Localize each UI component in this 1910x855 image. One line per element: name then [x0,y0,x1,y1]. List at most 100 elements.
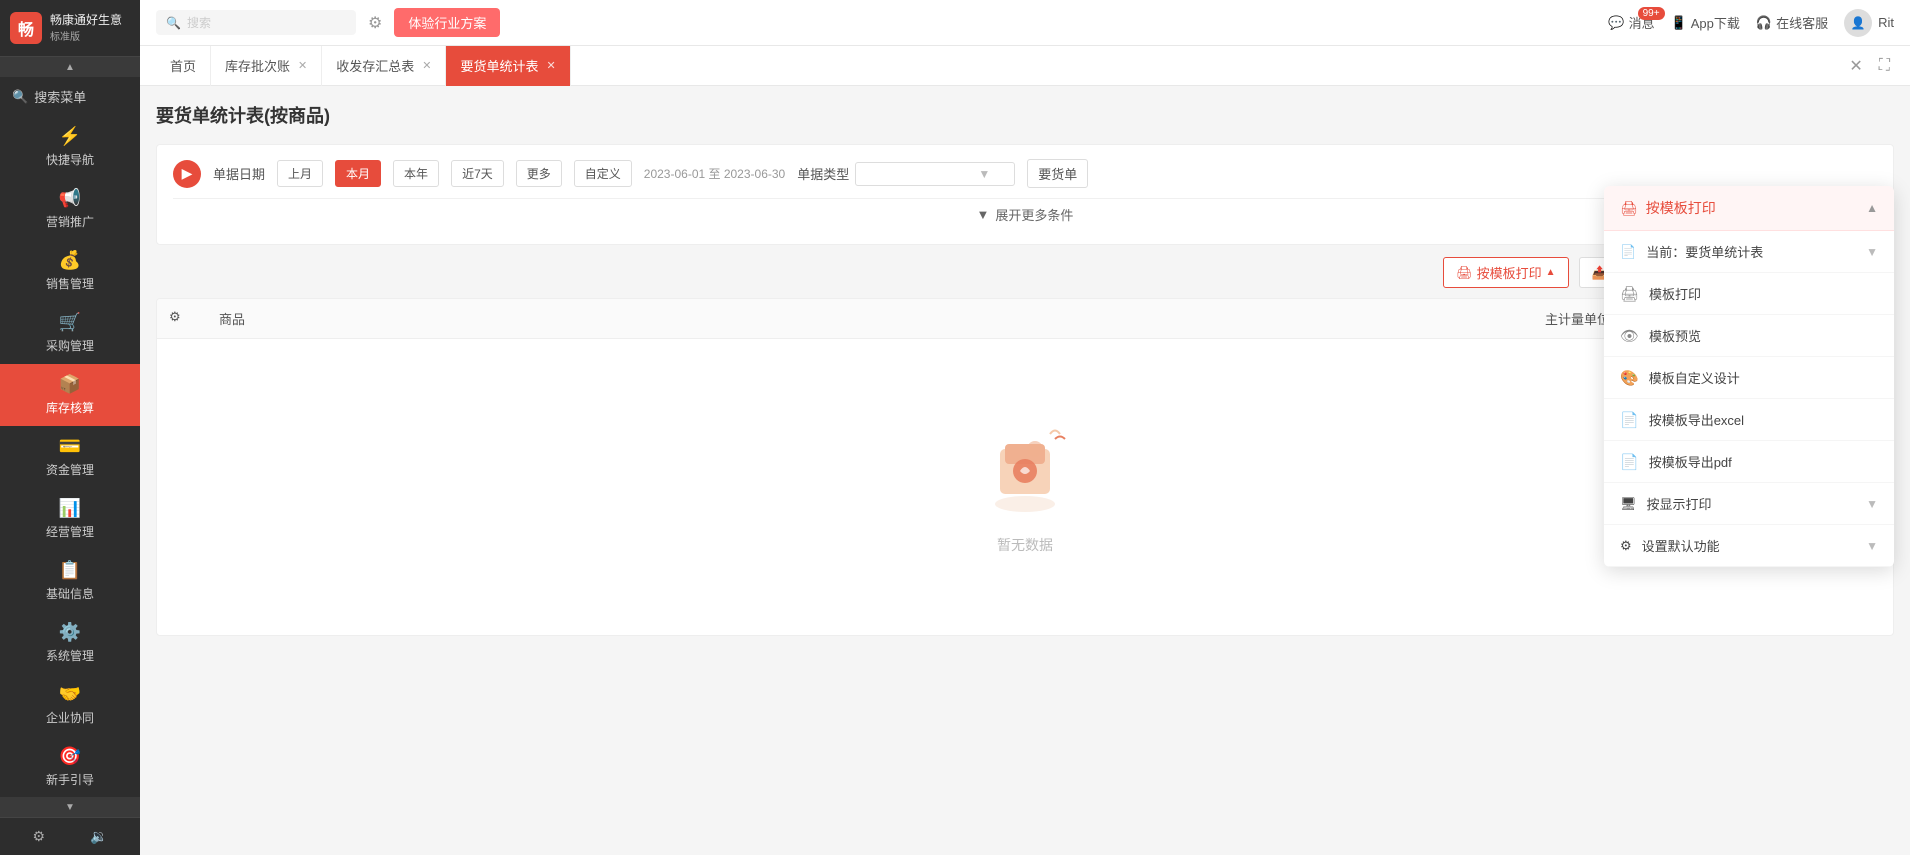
set-default-expand-icon: ▼ [1866,539,1878,553]
tab-inventory-batch-label: 库存批次账 [225,56,290,75]
dropdown-template-preview[interactable]: 👁 模板预览 [1604,315,1894,357]
sidebar-item-system[interactable]: ⚙️ 系统管理 [0,612,140,674]
sidebar-scroll-up[interactable]: ▲ [0,57,140,77]
user-name: Rit [1878,15,1894,30]
current-template-icon: 📄 [1620,244,1636,260]
sidebar-item-enterprise[interactable]: 🤝 企业协同 [0,674,140,736]
topbar-search[interactable]: 🔍 搜索 [156,10,356,35]
dropdown-template-print[interactable]: 🖨 模板打印 [1604,273,1894,315]
tabs-window-controls: ✕ ⛶ [1845,52,1894,80]
tab-receivable-summary-label: 收发存汇总表 [336,56,414,75]
sidebar-item-sales[interactable]: 💰 销售管理 [0,240,140,302]
dropdown-set-default-label: 设置默认功能 [1642,536,1720,555]
sidebar-item-basic[interactable]: 📋 基础信息 [0,550,140,612]
dropdown-display-print[interactable]: 🖥 按显示打印 ▼ [1604,483,1894,525]
sidebar-item-marketing[interactable]: 📢 营销推广 [0,178,140,240]
app-download-btn[interactable]: 📱 App下载 [1671,13,1740,32]
tab-home[interactable]: 首页 [156,46,211,86]
dropdown-display-print-left: 🖥 按显示打印 [1620,494,1712,513]
sidebar-item-finance[interactable]: 💳 资金管理 [0,426,140,488]
tab-home-label: 首页 [170,56,196,75]
dropdown-template-design-label: 模板自定义设计 [1649,368,1740,387]
newbie-icon: 🎯 [59,746,81,767]
sidebar-item-label: 采购管理 [46,337,94,354]
app-badge: 标准版 [50,28,122,43]
sidebar-item-label: 快捷导航 [46,151,94,168]
filter-expand-label: 展开更多条件 [995,205,1073,224]
sidebar-item-label: 资金管理 [46,461,94,478]
sidebar-item-label: 新手引导 [46,771,94,788]
topbar-search-icon: 🔍 [166,16,181,30]
tab-inventory-batch-close[interactable]: ✕ [298,59,307,72]
tab-order-stats[interactable]: 要货单统计表 ✕ [446,46,570,86]
dropdown-collapse-icon[interactable]: ▲ [1866,201,1878,215]
search-icon: 🔍 [12,89,28,105]
date-btn-last-month[interactable]: 上月 [277,160,323,187]
sidebar-item-label: 营销推广 [46,213,94,230]
sidebar-item-quick-nav[interactable]: ⚡ 快捷导航 [0,116,140,178]
tab-order-stats-label: 要货单统计表 [460,56,538,75]
dropdown-display-print-label: 按显示打印 [1647,494,1712,513]
dropdown-export-excel-label: 按模板导出excel [1649,410,1744,429]
date-btn-more[interactable]: 更多 [516,160,562,187]
sidebar-settings-btn[interactable]: ⚙ [33,828,46,845]
logo-icon: 畅 [10,12,42,44]
sidebar-item-newbie[interactable]: 🎯 新手引导 [0,736,140,797]
dropdown-current-expand-icon: ▼ [1866,245,1878,259]
marketing-icon: 📢 [59,188,81,209]
sidebar-item-label: 基础信息 [46,585,94,602]
message-btn[interactable]: 💬 消息 99+ [1608,13,1654,32]
maximize-window-btn[interactable]: ⛶ [1875,53,1894,79]
sidebar-item-operations[interactable]: 📊 经营管理 [0,488,140,550]
display-print-icon: 🖥 [1620,496,1637,512]
dropdown-current-item[interactable]: 📄 当前：要货单统计表 ▼ [1604,231,1894,273]
filter-expand-icon[interactable]: ▶ [173,160,201,188]
date-label: 单据日期 [213,164,265,183]
order-type-select[interactable]: ▼ [855,162,1015,186]
tab-inventory-batch[interactable]: 库存批次账 ✕ [211,46,322,86]
dropdown-export-excel[interactable]: 📄 按模板导出excel [1604,399,1894,441]
print-btn[interactable]: 🖨 按模板打印 ▲ [1443,257,1568,288]
user-menu[interactable]: 👤 Rit [1844,9,1894,37]
purchase-icon: 🛒 [59,312,81,333]
date-btn-custom[interactable]: 自定义 [574,160,632,187]
topbar-gear-icon[interactable]: ⚙ [368,13,382,33]
dropdown-set-default[interactable]: ⚙ 设置默认功能 ▼ [1604,525,1894,567]
dropdown-export-pdf[interactable]: 📄 按模板导出pdf [1604,441,1894,483]
sidebar-item-label: 经营管理 [46,523,94,540]
close-window-btn[interactable]: ✕ [1845,52,1866,80]
col-settings[interactable]: ⚙ [157,309,207,328]
template-preview-icon: 👁 [1620,327,1639,345]
trial-btn[interactable]: 体验行业方案 [394,8,500,37]
date-btn-this-year[interactable]: 本年 [393,160,439,187]
app-download-label: App下载 [1691,13,1740,32]
print-btn-label: 按模板打印 [1477,263,1542,282]
display-print-expand-icon: ▼ [1866,497,1878,511]
tab-receivable-summary[interactable]: 收发存汇总表 ✕ [322,46,446,86]
tab-receivable-summary-close[interactable]: ✕ [422,59,431,72]
date-btn-7days[interactable]: 近7天 [451,160,504,187]
date-btn-this-month[interactable]: 本月 [335,160,381,187]
tab-order-stats-close[interactable]: ✕ [547,59,556,72]
main-area: 🔍 搜索 ⚙ 体验行业方案 💬 消息 99+ 📱 App下载 🎧 在线客服 👤 … [140,0,1910,855]
system-icon: ⚙️ [59,622,81,643]
online-service-btn[interactable]: 🎧 在线客服 [1756,13,1828,32]
sidebar-item-purchase[interactable]: 🛒 采购管理 [0,302,140,364]
inventory-icon: 📦 [59,374,81,395]
headset-icon: 🎧 [1756,15,1772,31]
sidebar-help-btn[interactable]: 🔉 [90,828,107,845]
sidebar-scroll-down[interactable]: ▼ [0,797,140,817]
set-default-icon: ⚙ [1620,538,1632,554]
sidebar-item-inventory[interactable]: 📦 库存核算 [0,364,140,426]
export-pdf-icon: 📄 [1620,453,1639,471]
sidebar-item-label: 系统管理 [46,647,94,664]
date-range: 2023-06-01 至 2023-06-30 [644,165,785,182]
sidebar-item-label: 库存核算 [46,399,94,416]
empty-text: 暂无数据 [997,535,1053,555]
settings-icon: ⚙ [169,309,181,324]
order-type-label: 单据类型 [797,164,849,183]
sidebar-search[interactable]: 🔍 搜索菜单 [0,77,140,116]
dropdown-header-left: 🖨 按模板打印 [1620,198,1716,218]
dropdown-template-design[interactable]: 🎨 模板自定义设计 [1604,357,1894,399]
col-product: 商品 [207,309,1533,328]
